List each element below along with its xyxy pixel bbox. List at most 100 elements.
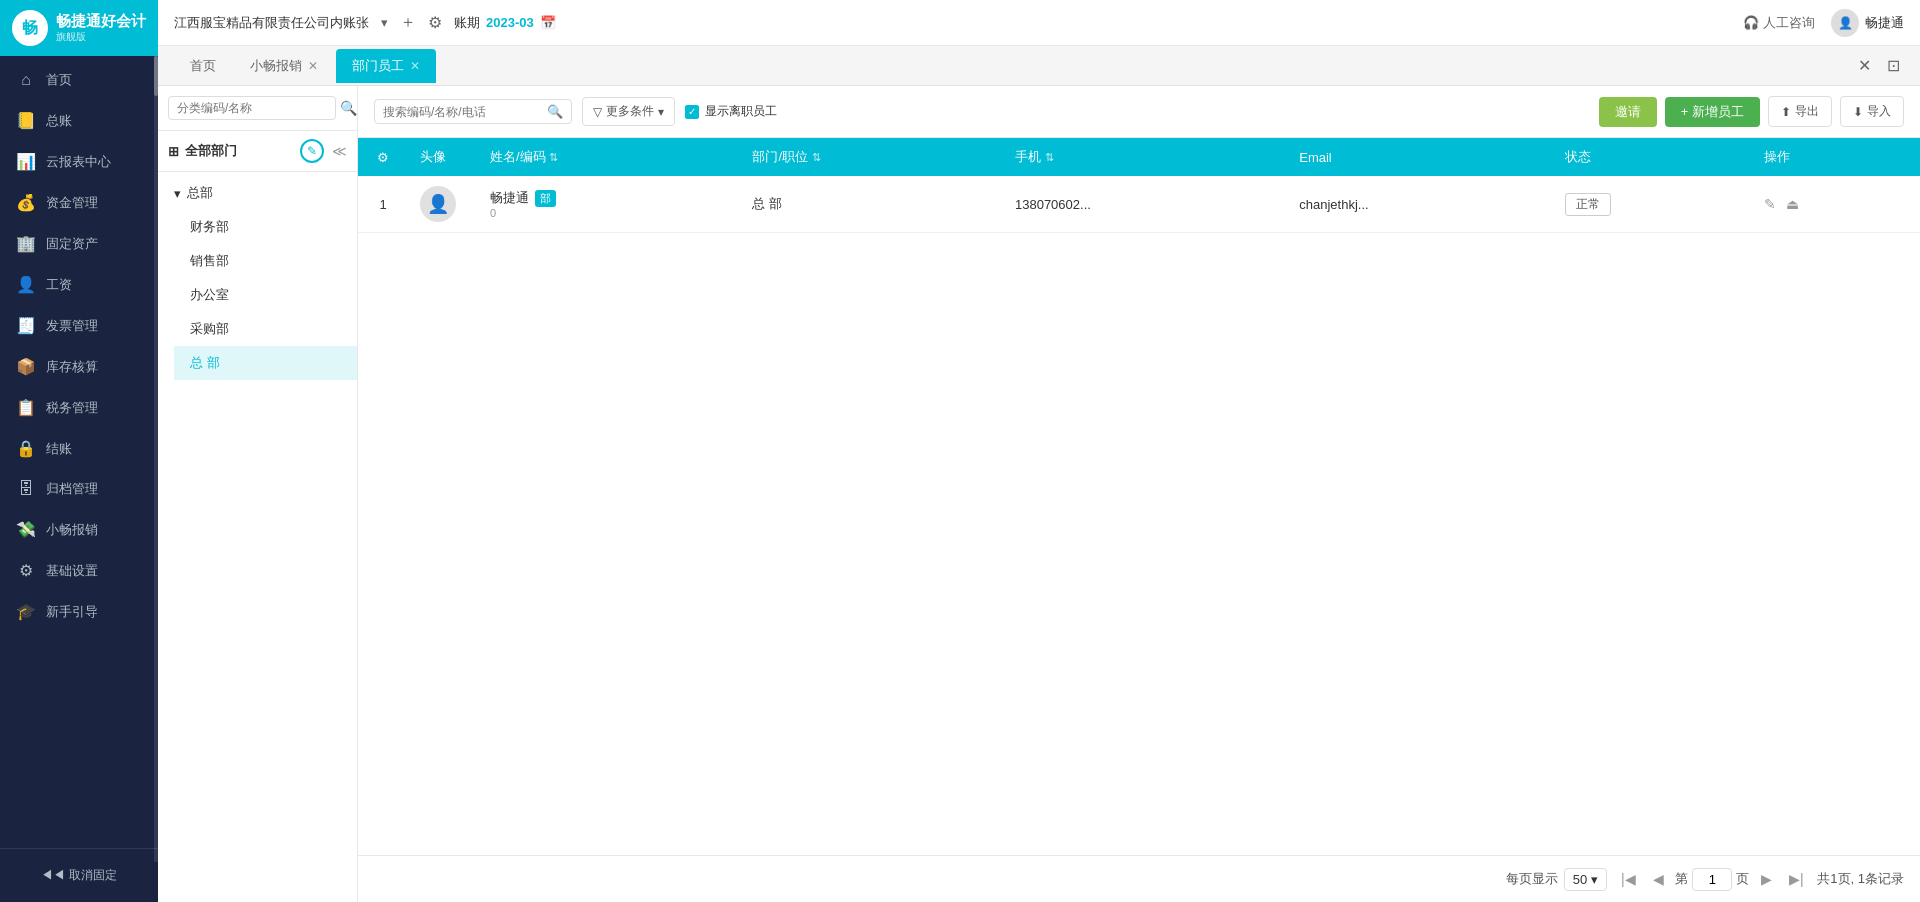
employee-email: chanjethkj... bbox=[1299, 197, 1368, 212]
dept-label-general: 总 部 bbox=[190, 354, 220, 372]
dept-item-purchasing[interactable]: 采购部 bbox=[174, 312, 357, 346]
toolbar-right: 邀请 + 新增员工 ⬆ 导出 ⬇ 导入 bbox=[1599, 96, 1904, 127]
more-filters-button[interactable]: ▽ 更多条件 ▾ bbox=[582, 97, 675, 126]
employee-toolbar: 🔍 ▽ 更多条件 ▾ ✓ 显示离职员工 邀请 + 新增员工 bbox=[358, 86, 1920, 138]
page-first-button[interactable]: |◀ bbox=[1615, 866, 1641, 892]
sidebar-item-xiaochang[interactable]: 💸 小畅报销 bbox=[0, 509, 158, 550]
table-row: 1 👤 畅捷通 部 0 bbox=[358, 176, 1920, 233]
headset-icon: 🎧 bbox=[1743, 15, 1759, 30]
sidebar-item-home[interactable]: ⌂ 首页 bbox=[0, 60, 158, 100]
dept-search-input[interactable] bbox=[168, 96, 336, 120]
salary-icon: 👤 bbox=[16, 275, 36, 294]
customer-service-button[interactable]: 🎧 人工咨询 bbox=[1743, 14, 1815, 32]
employee-search-wrap: 🔍 bbox=[374, 99, 572, 124]
sidebar-label-salary: 工资 bbox=[46, 276, 72, 294]
user-menu[interactable]: 👤 畅捷通 bbox=[1831, 9, 1904, 37]
sidebar-item-salary[interactable]: 👤 工资 bbox=[0, 264, 158, 305]
row-avatar-cell: 👤 bbox=[408, 176, 478, 233]
tab-bar: 首页 小畅报销 ✕ 部门员工 ✕ ✕ ⊡ bbox=[158, 46, 1920, 86]
tab-xiaochang[interactable]: 小畅报销 ✕ bbox=[234, 49, 334, 83]
username-label: 畅捷通 bbox=[1865, 14, 1904, 32]
dept-search-area: 🔍 bbox=[158, 86, 357, 131]
tab-xiaochang-close[interactable]: ✕ bbox=[308, 59, 318, 73]
tax-icon: 📋 bbox=[16, 398, 36, 417]
show-resigned-toggle[interactable]: ✓ 显示离职员工 bbox=[685, 103, 777, 120]
scrollbar-thumb[interactable] bbox=[154, 56, 158, 96]
row-actions-cell: ✎ ⏏ bbox=[1752, 176, 1920, 233]
sidebar-item-ledger[interactable]: 📒 总账 bbox=[0, 100, 158, 141]
dept-item-root[interactable]: ▾ 总部 bbox=[158, 176, 357, 210]
th-settings[interactable]: ⚙ bbox=[358, 138, 408, 176]
dept-collapse-button[interactable]: ≪ bbox=[332, 143, 347, 159]
th-dept[interactable]: 部门/职位 ⇅ bbox=[740, 138, 1002, 176]
resigned-checkbox[interactable]: ✓ bbox=[685, 105, 699, 119]
employee-search-input[interactable] bbox=[383, 105, 543, 119]
header-settings-icon[interactable]: ⚙ bbox=[428, 13, 442, 32]
export-button[interactable]: ⬆ 导出 bbox=[1768, 96, 1832, 127]
employee-search-icon[interactable]: 🔍 bbox=[547, 104, 563, 119]
page-prev-button[interactable]: ◀ bbox=[1645, 866, 1671, 892]
th-phone[interactable]: 手机 ⇅ bbox=[1003, 138, 1287, 176]
tab-home[interactable]: 首页 bbox=[174, 49, 232, 83]
sidebar-label-home: 首页 bbox=[46, 71, 72, 89]
dept-item-finance[interactable]: 财务部 bbox=[174, 210, 357, 244]
th-avatar: 头像 bbox=[408, 138, 478, 176]
invite-button[interactable]: 邀请 bbox=[1599, 97, 1657, 127]
sidebar-item-archive[interactable]: 🗄 归档管理 bbox=[0, 469, 158, 509]
th-email: Email bbox=[1287, 138, 1553, 176]
export-label: 导出 bbox=[1795, 103, 1819, 120]
dept-item-office[interactable]: 办公室 bbox=[174, 278, 357, 312]
sidebar-item-inventory[interactable]: 📦 库存核算 bbox=[0, 346, 158, 387]
closing-icon: 🔒 bbox=[16, 439, 36, 458]
cancel-fixed-button[interactable]: ◀◀ 取消固定 bbox=[0, 859, 158, 892]
page-number-input[interactable] bbox=[1692, 868, 1732, 891]
sidebar-label-tax: 税务管理 bbox=[46, 399, 98, 417]
page-size-wrap: 每页显示 50 ▾ bbox=[1506, 868, 1607, 891]
avatar: 👤 bbox=[1831, 9, 1859, 37]
accounting-period: 账期 2023-03 📅 bbox=[454, 14, 556, 32]
employee-table-wrap: ⚙ 头像 姓名/编码 ⇅ 部门/职位 ⇅ 手机 bbox=[358, 138, 1920, 855]
settings-icon: ⚙ bbox=[16, 561, 36, 580]
sidebar-item-guide[interactable]: 🎓 新手引导 bbox=[0, 591, 158, 632]
add-employee-button[interactable]: + 新增员工 bbox=[1665, 97, 1760, 127]
tab-dept-close[interactable]: ✕ bbox=[410, 59, 420, 73]
dept-item-general[interactable]: 总 部 bbox=[174, 346, 357, 380]
edit-icon[interactable]: ✎ bbox=[1764, 196, 1776, 212]
logo-text-wrap: 畅捷通好会计 旗舰版 bbox=[56, 12, 146, 44]
company-dropdown-icon[interactable]: ▾ bbox=[381, 15, 388, 30]
grid-icon: ⊞ bbox=[168, 144, 179, 159]
dept-item-sales[interactable]: 销售部 bbox=[174, 244, 357, 278]
import-icon: ⬇ bbox=[1853, 105, 1863, 119]
sidebar-label-ledger: 总账 bbox=[46, 112, 72, 130]
calendar-icon[interactable]: 📅 bbox=[540, 15, 556, 30]
sidebar-item-reports[interactable]: 📊 云报表中心 bbox=[0, 141, 158, 182]
import-button[interactable]: ⬇ 导入 bbox=[1840, 96, 1904, 127]
sidebar-label-funds: 资金管理 bbox=[46, 194, 98, 212]
page-next-button[interactable]: ▶ bbox=[1753, 866, 1779, 892]
sidebar-item-tax[interactable]: 📋 税务管理 bbox=[0, 387, 158, 428]
employee-name: 畅捷通 bbox=[490, 189, 529, 207]
sidebar-item-assets[interactable]: 🏢 固定资产 bbox=[0, 223, 158, 264]
logout-icon[interactable]: ⏏ bbox=[1786, 196, 1799, 212]
sidebar-item-funds[interactable]: 💰 资金管理 bbox=[0, 182, 158, 223]
sidebar-nav: ⌂ 首页 📒 总账 📊 云报表中心 💰 资金管理 🏢 固定资产 👤 工资 🧾 发… bbox=[0, 56, 158, 848]
tab-close-window-button[interactable]: ✕ bbox=[1854, 52, 1875, 79]
add-company-button[interactable]: ＋ bbox=[400, 12, 416, 33]
dept-search-icon[interactable]: 🔍 bbox=[340, 100, 357, 116]
tab-dept-label: 部门员工 bbox=[352, 57, 404, 75]
tab-dept[interactable]: 部门员工 ✕ bbox=[336, 49, 436, 83]
sidebar-item-settings[interactable]: ⚙ 基础设置 bbox=[0, 550, 158, 591]
tab-expand-button[interactable]: ⊡ bbox=[1883, 52, 1904, 79]
per-page-select[interactable]: 50 ▾ bbox=[1564, 868, 1607, 891]
department-panel: 🔍 ⊞ 全部部门 ✎ ≪ ▾ 总部 财务部 bbox=[158, 86, 358, 902]
page-input-wrap: 第 页 bbox=[1675, 868, 1749, 891]
page-last-button[interactable]: ▶| bbox=[1783, 866, 1809, 892]
per-page-value: 50 bbox=[1573, 872, 1587, 887]
th-name[interactable]: 姓名/编码 ⇅ bbox=[478, 138, 740, 176]
phone-sort-icon: ⇅ bbox=[1045, 151, 1054, 163]
dept-edit-button[interactable]: ✎ bbox=[300, 139, 324, 163]
all-departments[interactable]: ⊞ 全部部门 bbox=[168, 142, 237, 160]
th-actions: 操作 bbox=[1752, 138, 1920, 176]
sidebar-item-invoice[interactable]: 🧾 发票管理 bbox=[0, 305, 158, 346]
sidebar-item-closing[interactable]: 🔒 结账 bbox=[0, 428, 158, 469]
